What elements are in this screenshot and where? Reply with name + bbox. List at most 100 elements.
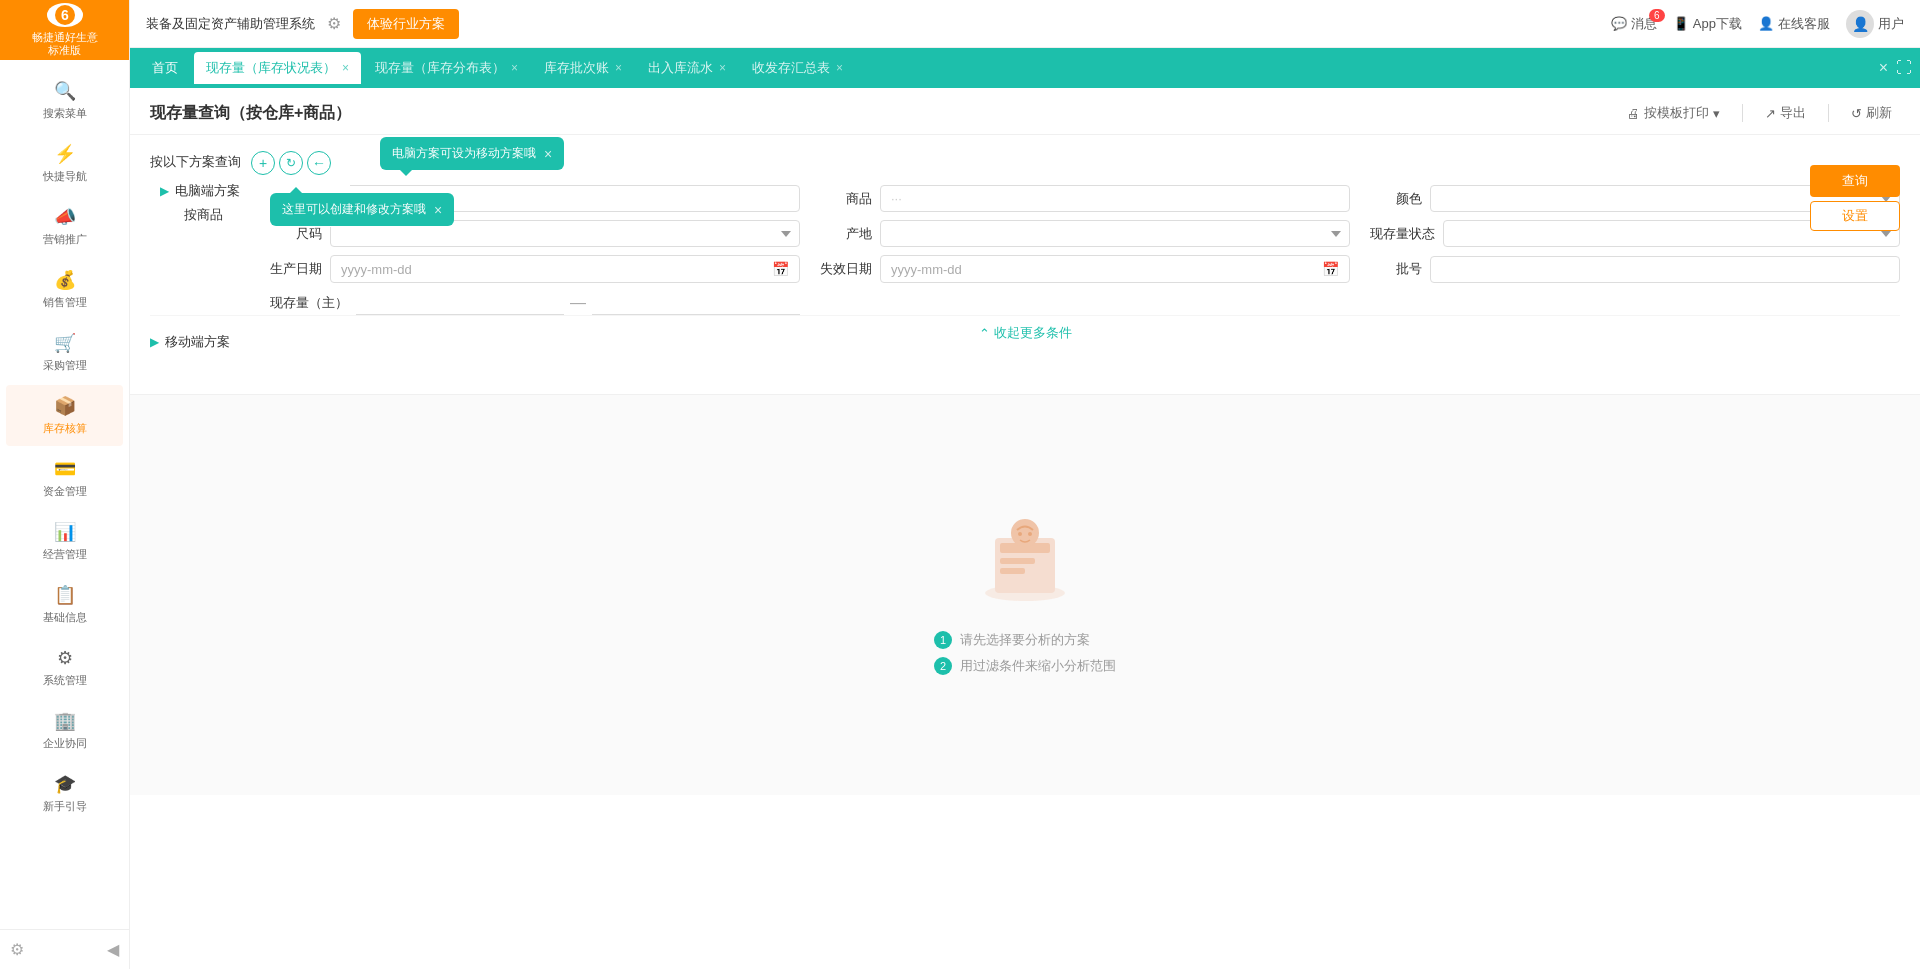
prod-date-calendar-icon[interactable]: 📅 (772, 261, 789, 277)
logo-icon: 6 (47, 3, 83, 27)
qty-min-input[interactable] (356, 291, 564, 315)
sidebar-item-sales[interactable]: 💰 销售管理 (6, 259, 123, 320)
batch-no-input[interactable] (1430, 256, 1900, 283)
tabs-right: × ⛶ (1879, 59, 1912, 77)
print-icon: 🖨 (1627, 106, 1640, 121)
svg-text:6: 6 (61, 7, 69, 23)
origin-label: 产地 (820, 225, 872, 243)
empty-illustration (965, 508, 1085, 631)
tooltip2-close[interactable]: × (434, 202, 442, 218)
hint-text-1: 请先选择要分析的方案 (960, 631, 1090, 649)
tab-close-all-icon[interactable]: × (1879, 59, 1888, 77)
trial-btn[interactable]: 体验行业方案 (353, 9, 459, 39)
prod-date-input[interactable]: yyyy-mm-dd 📅 (330, 255, 800, 283)
service-icon: 👤 (1758, 16, 1774, 31)
tab-receipt-summary[interactable]: 收发存汇总表 × (740, 52, 855, 84)
sidebar-item-base-info[interactable]: 📋 基础信息 (6, 574, 123, 635)
filter-section: 按以下方案查询 + ↻ ← 电脑方案可设为移动方案哦 × ▶ 电脑端方案 (130, 135, 1920, 395)
sidebar-item-purchase[interactable]: 🛒 采购管理 (6, 322, 123, 383)
tab-home[interactable]: 首页 (138, 52, 192, 84)
sidebar-item-sys-manage[interactable]: ⚙ 系统管理 (6, 637, 123, 698)
sidebar: 6 畅捷通好生意 标准版 🔍 搜索菜单 ⚡ 快捷导航 📣 营销推广 💰 销售管理… (0, 0, 130, 969)
qty-max-input[interactable] (592, 291, 800, 315)
tooltip1-text: 电脑方案可设为移动方案哦 (392, 145, 536, 162)
empty-hints: 1 请先选择要分析的方案 2 用过滤条件来缩小分析范围 (934, 631, 1116, 683)
tab-inventory-dist[interactable]: 现存量（库存分布表） × (363, 52, 530, 84)
tab-batch-account-close[interactable]: × (615, 61, 622, 75)
back-scheme-icon[interactable]: ← (307, 151, 331, 175)
svg-point-9 (1028, 532, 1032, 536)
sidebar-item-operations[interactable]: 📊 经营管理 (6, 511, 123, 572)
sidebar-item-marketing[interactable]: 📣 营销推广 (6, 196, 123, 257)
action-divider2 (1828, 104, 1829, 122)
tabs-bar: 首页 现存量（库存状况表） × 现存量（库存分布表） × 库存批次账 × 出入库… (130, 48, 1920, 88)
tab-in-out-flow[interactable]: 出入库流水 × (636, 52, 738, 84)
tab-inventory-dist-label: 现存量（库存分布表） (375, 59, 505, 77)
query-btn[interactable]: 查询 (1810, 165, 1900, 197)
collapse-icon: ⌃ (979, 326, 990, 341)
sidebar-item-search-menu[interactable]: 🔍 搜索菜单 (6, 70, 123, 131)
message-item[interactable]: 💬 消息 6 (1611, 15, 1657, 33)
tab-inventory-status-close[interactable]: × (342, 61, 349, 75)
online-service-item[interactable]: 👤 在线客服 (1758, 15, 1830, 33)
svg-rect-6 (1000, 568, 1025, 574)
sys-manage-icon: ⚙ (57, 647, 73, 669)
tab-batch-account[interactable]: 库存批次账 × (532, 52, 634, 84)
expiry-date-calendar-icon[interactable]: 📅 (1322, 261, 1339, 277)
print-dropdown-icon: ▾ (1713, 106, 1720, 121)
goods-input[interactable]: ··· (880, 185, 1350, 212)
tab-receipt-summary-close[interactable]: × (836, 61, 843, 75)
goods-label: 商品 (820, 190, 872, 208)
refresh-btn[interactable]: ↺ 刷新 (1843, 100, 1900, 126)
topbar: 装备及固定资产辅助管理系统 ⚙ 体验行业方案 💬 消息 6 📱 App下载 👤 … (130, 0, 1920, 48)
sidebar-item-inventory[interactable]: 📦 库存核算 (6, 385, 123, 446)
filter-qty-row: 现存量（主） — (270, 291, 800, 315)
expiry-date-label: 失效日期 (820, 260, 872, 278)
export-btn[interactable]: ↗ 导出 (1757, 100, 1814, 126)
desktop-expand-icon: ▶ (160, 184, 169, 198)
tab-in-out-flow-close[interactable]: × (719, 61, 726, 75)
origin-select[interactable] (880, 220, 1350, 247)
export-icon: ↗ (1765, 106, 1776, 121)
quick-nav-icon: ⚡ (54, 143, 76, 165)
tooltip1-close[interactable]: × (544, 146, 552, 162)
svg-point-8 (1018, 532, 1022, 536)
tooltip-scheme: 电脑方案可设为移动方案哦 × (380, 137, 564, 170)
user-item[interactable]: 👤 用户 (1846, 10, 1904, 38)
hint-text-2: 用过滤条件来缩小分析范围 (960, 657, 1116, 675)
operations-label: 经营管理 (43, 547, 87, 562)
sidebar-item-quick-nav[interactable]: ⚡ 快捷导航 (6, 133, 123, 194)
enterprise-label: 企业协同 (43, 736, 87, 751)
mobile-expand-icon: ▶ (150, 335, 159, 349)
purchase-label: 采购管理 (43, 358, 87, 373)
collapse-sidebar-icon[interactable]: ◀ (107, 940, 119, 959)
size-label: 尺码 (270, 225, 322, 243)
scheme-mobile[interactable]: ▶ 移动端方案 (150, 330, 330, 354)
sidebar-item-tutorial[interactable]: 🎓 新手引导 (6, 763, 123, 824)
finance-icon: 💳 (54, 458, 76, 480)
search-menu-icon: 🔍 (54, 80, 76, 102)
system-name: 装备及固定资产辅助管理系统 (146, 15, 315, 33)
set-btn[interactable]: 设置 (1810, 201, 1900, 231)
collapse-bar[interactable]: ⌃ 收起更多条件 (150, 315, 1900, 350)
expiry-date-input[interactable]: yyyy-mm-dd 📅 (880, 255, 1350, 283)
refresh-scheme-icon[interactable]: ↻ (279, 151, 303, 175)
topbar-settings-icon[interactable]: ⚙ (327, 14, 341, 33)
inventory-label: 库存核算 (43, 421, 87, 436)
app-logo: 6 畅捷通好生意 标准版 (0, 0, 129, 60)
sidebar-item-finance[interactable]: 💳 资金管理 (6, 448, 123, 509)
app-name: 畅捷通好生意 标准版 (32, 31, 98, 57)
tab-inventory-dist-close[interactable]: × (511, 61, 518, 75)
template-print-btn[interactable]: 🖨 按模板打印 ▾ (1619, 100, 1728, 126)
sidebar-item-enterprise[interactable]: 🏢 企业协同 (6, 700, 123, 761)
tab-inventory-status[interactable]: 现存量（库存状况表） × (194, 52, 361, 84)
refresh-icon: ↺ (1851, 106, 1862, 121)
add-scheme-icon[interactable]: + (251, 151, 275, 175)
tab-fullscreen-icon[interactable]: ⛶ (1896, 59, 1912, 77)
desktop-scheme-label: 电脑端方案 (175, 182, 240, 200)
qty-range: — (356, 291, 800, 315)
settings-icon[interactable]: ⚙ (10, 940, 24, 959)
svg-point-7 (1011, 519, 1039, 547)
filter-goods-row: 商品 ··· (820, 185, 1350, 212)
app-download-item[interactable]: 📱 App下载 (1673, 15, 1742, 33)
